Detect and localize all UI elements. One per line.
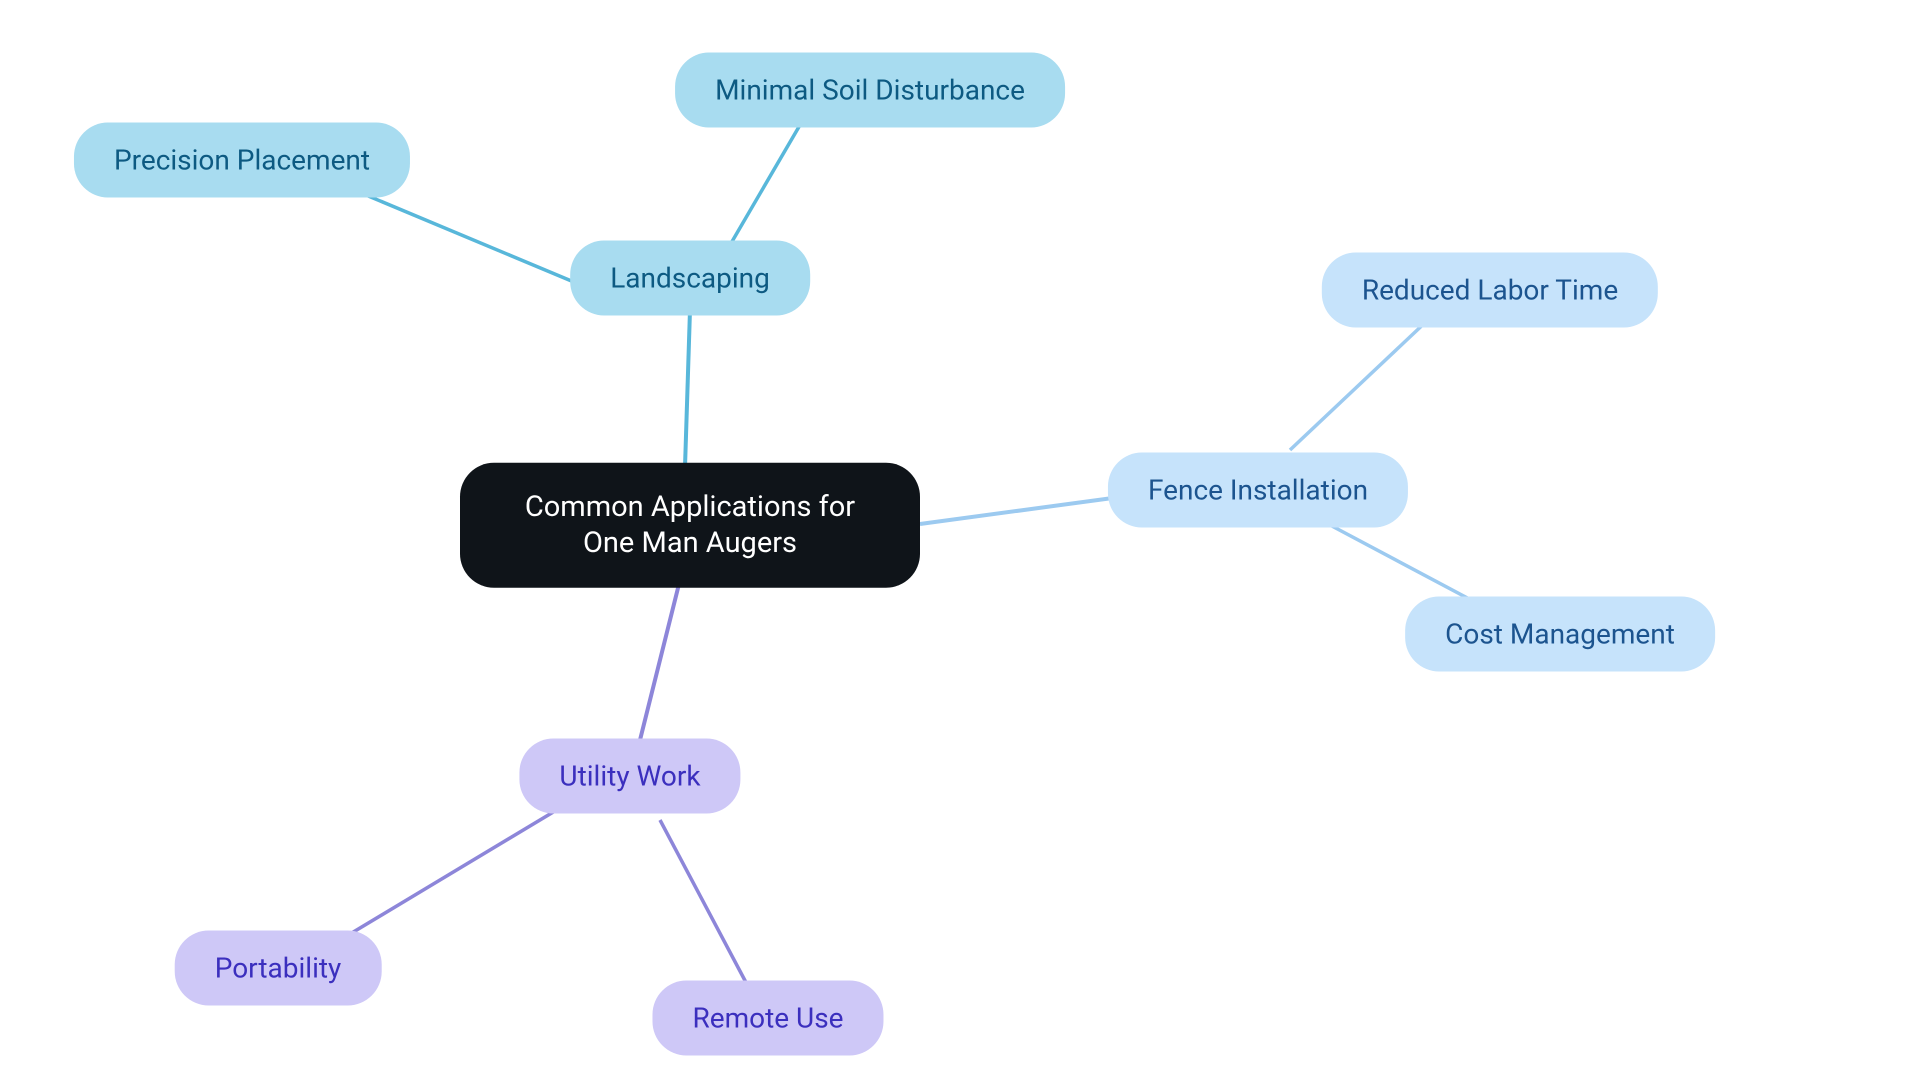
edge-landscaping-minimal xyxy=(730,125,800,245)
edge-center-fence xyxy=(920,495,1135,524)
node-landscaping[interactable]: Landscaping xyxy=(570,241,810,316)
edge-utility-portability xyxy=(340,808,560,940)
node-utility-work[interactable]: Utility Work xyxy=(519,739,740,814)
edge-center-landscaping xyxy=(685,310,690,467)
edge-fence-reduced xyxy=(1290,318,1430,450)
edge-utility-remote xyxy=(660,820,750,990)
node-remote-use[interactable]: Remote Use xyxy=(652,981,883,1056)
node-center[interactable]: Common Applications for One Man Augers xyxy=(460,463,920,588)
node-portability[interactable]: Portability xyxy=(175,931,382,1006)
node-cost-management[interactable]: Cost Management xyxy=(1405,597,1715,672)
edge-center-utility xyxy=(640,580,680,740)
edge-landscaping-precision xyxy=(354,190,593,290)
node-reduced-labor-time[interactable]: Reduced Labor Time xyxy=(1322,253,1658,328)
mindmap-canvas: Common Applications for One Man Augers L… xyxy=(0,0,1920,1083)
node-minimal-soil-disturbance[interactable]: Minimal Soil Disturbance xyxy=(675,53,1065,128)
node-precision-placement[interactable]: Precision Placement xyxy=(74,123,410,198)
node-fence-installation[interactable]: Fence Installation xyxy=(1108,453,1408,528)
